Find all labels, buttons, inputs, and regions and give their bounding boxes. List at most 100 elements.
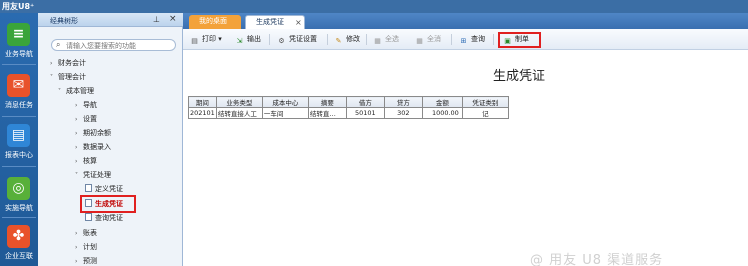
nav-divider [2, 166, 36, 167]
nav-implementation[interactable]: ◎ 实施导航 [0, 173, 38, 217]
tree-item-query-voucher[interactable]: 查询凭证 [85, 213, 123, 224]
tree-item-plan[interactable]: › 计划 [75, 242, 97, 253]
close-icon[interactable]: × [295, 16, 302, 29]
pin-icon[interactable]: ⊥ [153, 15, 160, 24]
nav-reports[interactable]: ▤ 报表中心 [0, 120, 38, 164]
nav-divider [2, 217, 36, 218]
clear-all-icon: ▦ [416, 37, 423, 45]
tree-label: 核算 [83, 157, 97, 165]
print-button[interactable]: ▤ 打印 ▾ [190, 34, 222, 46]
message-icon: ✉ [7, 74, 30, 97]
nav-label: 企业互联 [5, 252, 33, 260]
nav-label: 业务导航 [5, 50, 33, 58]
tree-label: 设置 [83, 115, 97, 123]
table-cell[interactable]: 结转直… [307, 107, 347, 119]
tree-label: 财务会计 [58, 59, 86, 67]
table-cell[interactable]: 结转直接人工 [215, 107, 263, 119]
search-input[interactable] [66, 41, 171, 50]
tree-label: 导航 [83, 101, 97, 109]
chevron-right-icon: › [75, 244, 78, 251]
toolbar-divider [269, 34, 270, 45]
tab-my-desktop[interactable]: 我的桌面 [189, 15, 241, 29]
tree-item-finance[interactable]: › 财务会计 [50, 58, 86, 69]
table-cell[interactable]: 202101 [188, 107, 217, 119]
column-header[interactable]: 摘要 [307, 96, 347, 108]
table-cell[interactable]: 302 [383, 107, 423, 119]
tree-label: 管理会计 [58, 73, 86, 81]
tree-item-management[interactable]: ˅ 管理会计 [50, 72, 86, 83]
export-icon: ⇲ [236, 37, 243, 45]
table-cell[interactable]: 一车间 [261, 107, 309, 119]
printer-icon: ▤ [191, 37, 198, 45]
toolbar-divider [451, 34, 452, 45]
print-label: 打印 [202, 35, 216, 43]
tree-label: 数据录入 [83, 143, 111, 151]
export-label: 输出 [247, 35, 261, 43]
chevron-down-icon: ˅ [58, 88, 61, 95]
sidebar-header: 经典树形 ⊥ × [38, 13, 183, 27]
chevron-right-icon: › [75, 230, 78, 237]
export-button[interactable]: ⇲ 输出 [235, 34, 261, 46]
nav-label: 实施导航 [5, 204, 33, 212]
voucher-settings-button[interactable]: ⚙ 凭证设置 [277, 34, 317, 46]
select-all-icon: ▦ [374, 37, 381, 45]
gear-icon: ⚙ [278, 37, 285, 45]
chevron-down-icon[interactable]: ▾ [218, 35, 222, 43]
tab-generate-voucher[interactable]: 生成凭证 × [245, 15, 305, 29]
chevron-down-icon: ˅ [50, 74, 53, 81]
search-box: ⌕ [51, 39, 176, 51]
modify-button[interactable]: ✎ 修改 [334, 34, 360, 46]
tree-label: 查询凭证 [95, 214, 123, 222]
tree-item-accounting[interactable]: › 核算 [75, 156, 97, 167]
clear-all-label: 全消 [427, 35, 441, 43]
left-nav: ≡ 业务导航 ✉ 消息任务 ▤ 报表中心 ◎ 实施导航 ✤ 企业互联 [0, 13, 38, 266]
clear-all-button[interactable]: ▦ 全消 [415, 34, 441, 46]
tree-item-forecast[interactable]: › 预测 [75, 256, 97, 266]
query-button[interactable]: ⊞ 查询 [459, 34, 485, 46]
brand-logo: 用友U8⁺ [2, 2, 35, 11]
table-cell[interactable]: 1000.00 [421, 107, 463, 119]
column-header[interactable]: 金额 [421, 96, 463, 108]
select-all-label: 全选 [385, 35, 399, 43]
tree-item-opening-balance[interactable]: › 期初余额 [75, 128, 111, 139]
column-header[interactable]: 贷方 [383, 96, 423, 108]
tree-label: 凭证处理 [83, 171, 111, 179]
chevron-right-icon: › [75, 130, 78, 137]
nav-enterprise[interactable]: ✤ 企业互联 [0, 221, 38, 265]
tree-item-define-voucher[interactable]: 定义凭证 [85, 184, 123, 195]
column-header[interactable]: 期间 [188, 96, 217, 108]
tree-item-settings[interactable]: › 设置 [75, 114, 97, 125]
query-label: 查询 [471, 35, 485, 43]
business-nav-icon: ≡ [7, 23, 30, 46]
pencil-icon: ✎ [335, 37, 342, 45]
select-all-button[interactable]: ▦ 全选 [373, 34, 399, 46]
tree-label: 期初余额 [83, 129, 111, 137]
column-header[interactable]: 凭证类别 [461, 96, 509, 108]
tree-item-reports[interactable]: › 账表 [75, 228, 97, 239]
column-header[interactable]: 业务类型 [215, 96, 263, 108]
close-icon[interactable]: × [169, 14, 177, 24]
tree-item-guide[interactable]: › 导航 [75, 100, 97, 111]
tree-label: 定义凭证 [95, 185, 123, 193]
table-row[interactable]: 202101 结转直接人工 一车间 结转直… 50101 302 1000.00… [188, 107, 509, 119]
table-cell[interactable]: 50101 [345, 107, 385, 119]
document-icon [85, 213, 92, 221]
table-cell[interactable]: 记 [461, 107, 509, 119]
highlight-box [498, 32, 541, 48]
nav-divider [2, 64, 36, 65]
tab-bar: 我的桌面 生成凭证 × [183, 13, 748, 29]
nav-business[interactable]: ≡ 业务导航 [0, 19, 38, 63]
network-icon: ✤ [7, 225, 30, 248]
column-header[interactable]: 成本中心 [261, 96, 309, 108]
compass-icon: ◎ [7, 177, 30, 200]
tree-item-voucher-processing[interactable]: ˅ 凭证处理 [75, 170, 111, 181]
table-header-row: 期间 业务类型 成本中心 摘要 借方 贷方 金额 凭证类别 [188, 96, 509, 108]
nav-label: 消息任务 [5, 101, 33, 109]
nav-messages[interactable]: ✉ 消息任务 [0, 70, 38, 114]
chevron-right-icon: › [75, 144, 78, 151]
tree-item-cost[interactable]: ˅ 成本管理 [58, 86, 94, 97]
tree-item-data-entry[interactable]: › 数据录入 [75, 142, 111, 153]
column-header[interactable]: 借方 [345, 96, 385, 108]
query-icon: ⊞ [460, 37, 467, 45]
chevron-right-icon: › [75, 258, 78, 265]
